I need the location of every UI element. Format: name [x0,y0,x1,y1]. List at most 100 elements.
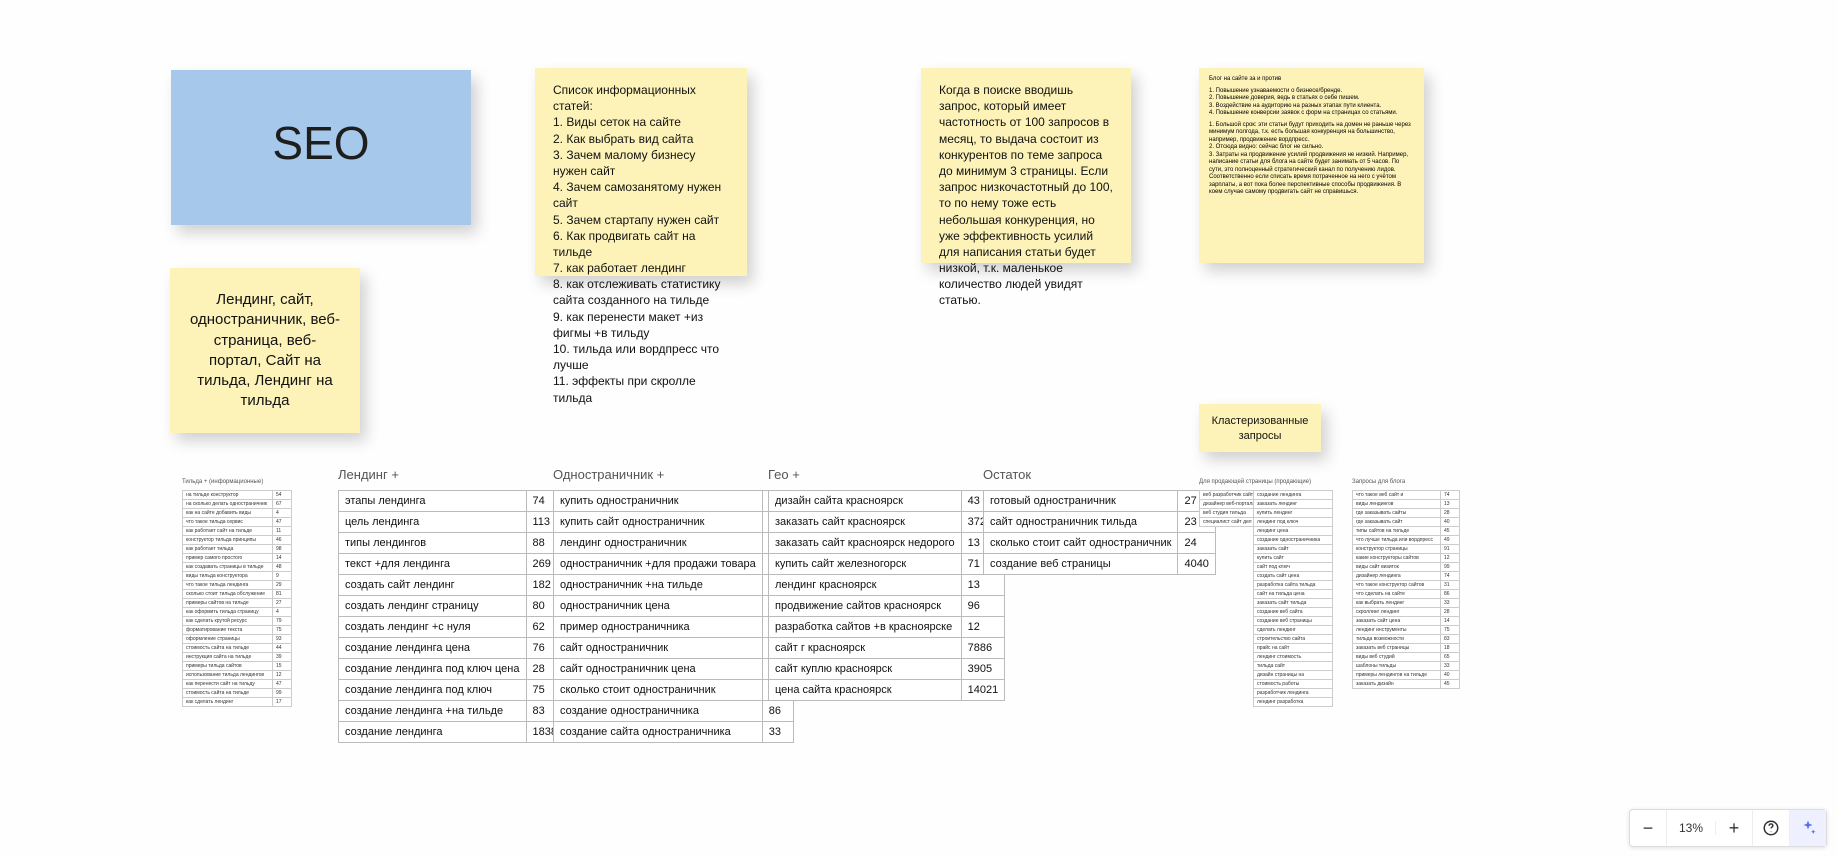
table-row: конструктор страницы91 [1353,545,1460,554]
table-row: создание веб сайта [1254,608,1333,617]
table-landing: этапы лендинга74цель лендинга113типы лен… [338,490,564,743]
articles-item: 5. Зачем стартапу нужен сайт [553,212,729,228]
table-row: лендинг цена [1254,527,1333,536]
seo-title: SEO [189,112,453,174]
table-row: сайт под ключ [1254,563,1333,572]
table-row: одностраничник +на тильде49 [554,575,794,596]
keywords-text: Лендинг, сайт, одностраничник, веб-стран… [190,291,340,409]
table-row: сколько стоит сайт одностраничник24 [984,533,1216,554]
table-row: сколько стоит одностраничник31 [554,680,794,701]
table-row: какие конструкторы сайтов12 [1353,554,1460,563]
table-row: создание лендинга под ключ цена28 [339,659,564,680]
table-row: цена сайта красноярск14021 [769,680,1005,701]
table-row: создание лендинга1838 [339,722,564,743]
zoom-in-button[interactable]: + [1716,810,1753,846]
table-row: сколько стоит тильда обслужение81 [183,590,292,599]
sticky-articles[interactable]: Список информационных статей: 1. Виды се… [535,68,747,276]
table-row: купить лендинг [1254,509,1333,518]
whiteboard-canvas[interactable]: SEO Лендинг, сайт, одностраничник, веб-с… [0,0,1837,857]
section-sale-mini: Для продающей страницы (продающие) [1199,479,1311,485]
table-row: заказать дизайн45 [1353,680,1460,689]
table-row: сайт на тильда цена [1254,590,1333,599]
table-row: сделать лендинг [1254,626,1333,635]
table-row: как сделать лендинг17 [183,698,292,707]
table-row: создать сайт лендинг182 [339,575,564,596]
table-row: создание одностраничника86 [554,701,794,722]
table-row: виды лендингов13 [1353,500,1460,509]
table-row: что такое тильда сервис47 [183,518,292,527]
table-row: создание сайта одностраничника33 [554,722,794,743]
articles-item: 8. как отслеживать статистику сайта созд… [553,276,729,308]
articles-item: 10. тильда или вордпресс что лучше [553,341,729,373]
table-row: типы лендингов88 [339,533,564,554]
table-row: где заказывать сайты28 [1353,509,1460,518]
table-row: создание веб страницы [1254,617,1333,626]
table-row: оформление страницы93 [183,635,292,644]
table-row: шаблоны тильды33 [1353,662,1460,671]
cluster-label-text: Кластеризованные запросы [1212,415,1309,442]
table-row: заказать веб страницы18 [1353,644,1460,653]
table-row: использование тильда лендингов12 [183,671,292,680]
articles-item: 6. Как продвигать сайт на тильде [553,228,729,260]
table-row: сайт одностраничник тильда23 [984,512,1216,533]
help-button[interactable] [1753,810,1790,846]
section-tilda: Тильда + (информационные) [182,479,263,485]
table-row: одностраничник +для продажи товара45 [554,554,794,575]
table-row: дизайнер лендинга74 [1353,572,1460,581]
table-row: продвижение сайтов красноярск96 [769,596,1005,617]
table-row: заказать сайт красноярск недорого13 [769,533,1005,554]
table-row: этапы лендинга74 [339,491,564,512]
articles-item: 2. Как выбрать вид сайта [553,131,729,147]
table-row: цель лендинга113 [339,512,564,533]
table-row: создание лендинга +на тильде83 [339,701,564,722]
table-row: дизайн сайта красноярск43 [769,491,1005,512]
table-row: как перенести сайт на тильду47 [183,680,292,689]
table-row: скроллинг лендинг28 [1353,608,1460,617]
table-row: на сколько делать одностраничник67 [183,500,292,509]
zoom-out-button[interactable]: − [1630,810,1667,846]
table-row: как выбрать лендинг33 [1353,599,1460,608]
table-row: конструктор тильда принципы46 [183,536,292,545]
sticky-frequency[interactable]: Когда в поиске вводишь запрос, который и… [921,68,1131,263]
sticky-blog-proscons[interactable]: Блог на сайте за и против 1. Повышение у… [1199,68,1424,263]
sticky-seo[interactable]: SEO [171,70,471,225]
table-row: заказать сайт цена14 [1353,617,1460,626]
ai-sparkle-button[interactable] [1790,810,1826,846]
table-row: виды веб студий65 [1353,653,1460,662]
articles-item: 7. как работает лендинг [553,260,729,276]
articles-list: 1. Виды сеток на сайте2. Как выбрать вид… [553,114,729,405]
zoom-toolbar: − 13% + [1629,809,1827,847]
table-row: как сделать крутой ресурс79 [183,617,292,626]
table-row: разработчик лендинга [1254,689,1333,698]
help-icon [1762,819,1780,837]
table-row: создание лендинга цена76 [339,638,564,659]
table-row: лендинг разработка [1254,698,1333,707]
table-row: одностраничник цена91 [554,596,794,617]
table-row: виды тильда конструктора9 [183,572,292,581]
table-row: как работает тильда98 [183,545,292,554]
table-row: купить сайт [1254,554,1333,563]
table-row: дизайн страницы на [1254,671,1333,680]
table-row: сайт одностраничник997 [554,638,794,659]
table-row: примеры сайтов на тильде27 [183,599,292,608]
sticky-keywords[interactable]: Лендинг, сайт, одностраничник, веб-стран… [170,268,360,433]
table-row: что такое конструктор сайтов31 [1353,581,1460,590]
table-row: лендинг инструменты75 [1353,626,1460,635]
table-row: заказать сайт тильда [1254,599,1333,608]
table-row: где заказывать сайт40 [1353,518,1460,527]
table-row: сайт одностраничник цена74 [554,659,794,680]
blog-body: 1. Большой срок: эти статьи будут приход… [1209,122,1414,197]
table-row: сайт г красноярск7886 [769,638,1005,659]
table-row: стоимость сайта на тильде44 [183,644,292,653]
table-row: на тильде конструктор54 [183,491,292,500]
zoom-level[interactable]: 13% [1667,821,1716,835]
table-row: строительство сайта [1254,635,1333,644]
table-row: создать лендинг +с нуля62 [339,617,564,638]
table-row: тильда возможности83 [1353,635,1460,644]
table-blog-mini: что такое веб сайт и74виды лендингов13гд… [1352,490,1460,689]
articles-item: 11. эффекты при скролле тильда [553,373,729,405]
sticky-cluster-label[interactable]: Кластеризованные запросы [1199,404,1321,452]
section-geo: Гео + [768,467,800,482]
table-row: купить сайт одностраничник33 [554,512,794,533]
articles-header: Список информационных статей: [553,82,729,114]
